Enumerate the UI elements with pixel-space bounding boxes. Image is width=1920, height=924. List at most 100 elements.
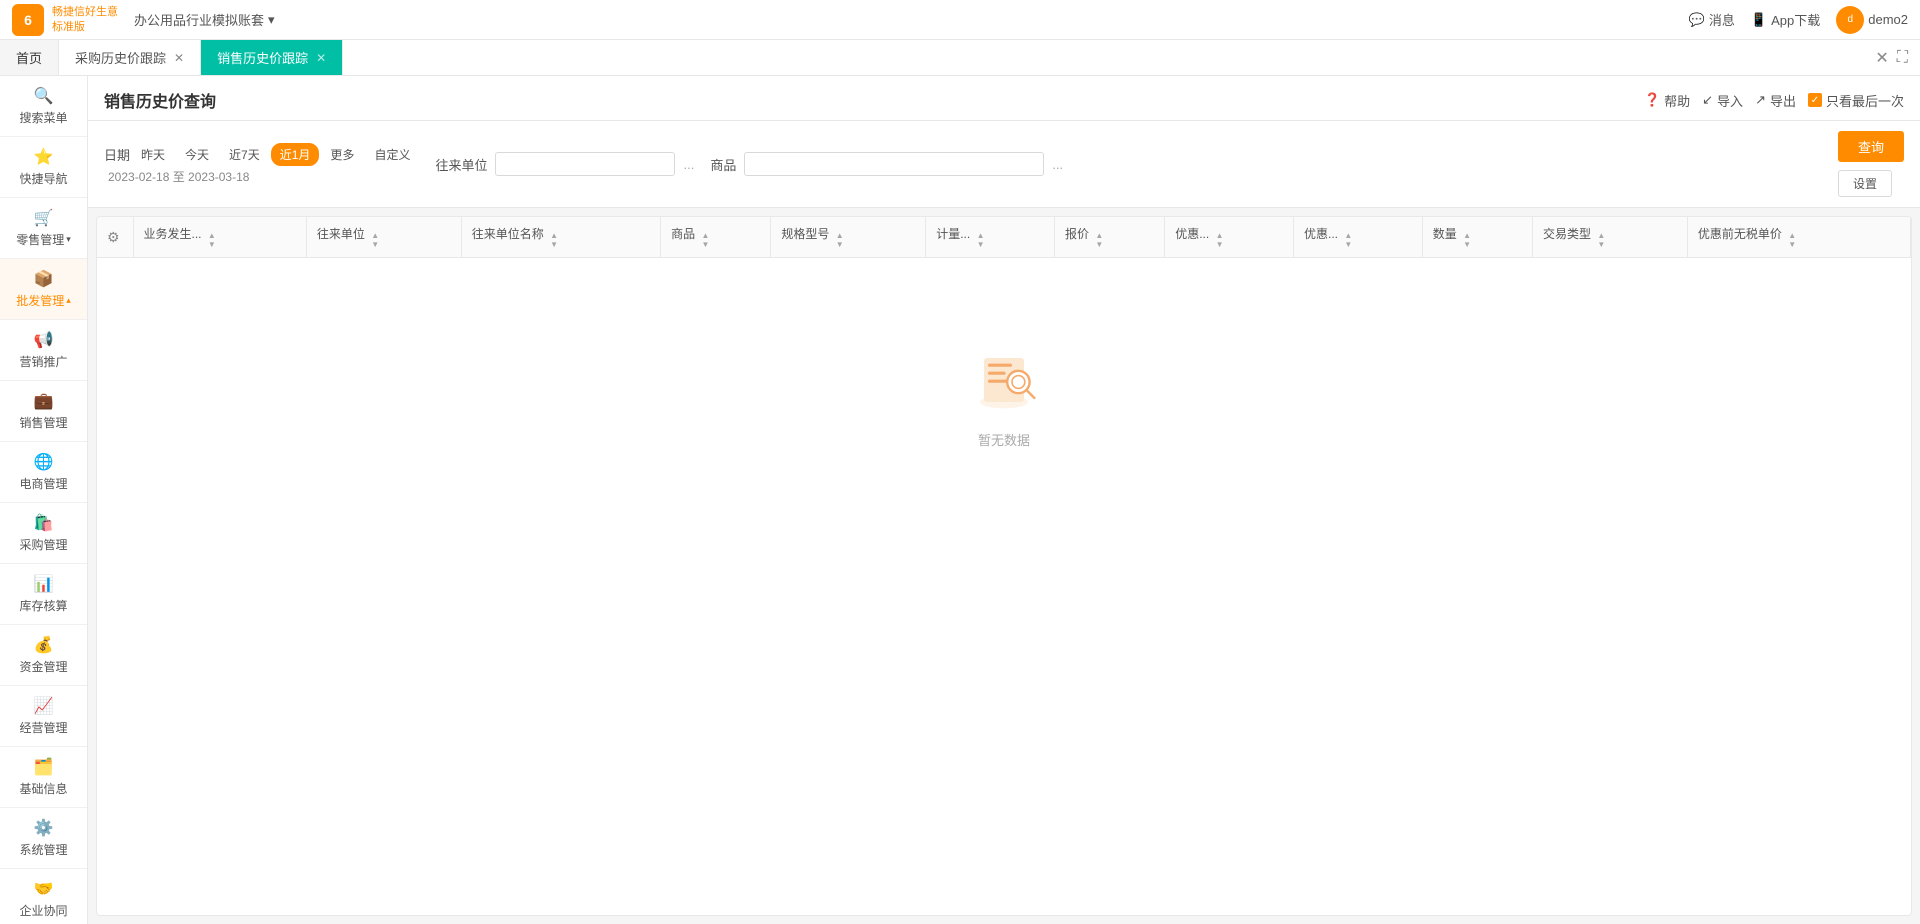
sort-down-icon: ▼ xyxy=(1463,241,1471,249)
operations-icon: 📈 xyxy=(34,696,54,716)
goods-filter-group: 商品 ... xyxy=(710,152,1063,176)
filter-bar: 日期 昨天 今天 近7天 近1月 更多 自定义 2023-02-18 至 202… xyxy=(88,121,1920,208)
sort-up-icon: ▲ xyxy=(1788,232,1796,240)
sidebar-item-label: 基础信息 xyxy=(19,780,67,797)
empty-icon xyxy=(964,338,1044,418)
sort-icons: ▲ ▼ xyxy=(1788,232,1796,249)
sort-down-icon: ▼ xyxy=(836,241,844,249)
date-section: 日期 昨天 今天 近7天 近1月 更多 自定义 2023-02-18 至 202… xyxy=(104,143,419,185)
settings-button[interactable]: 设置 xyxy=(1838,170,1892,197)
table-header: ⚙ 业务发生... ▲ ▼ 往来单位 ▲ xyxy=(97,217,1911,258)
table-col-partner-code[interactable]: 往来单位 ▲ ▼ xyxy=(306,217,461,258)
date-btn-more[interactable]: 更多 xyxy=(321,143,363,166)
partner-ellipsis[interactable]: ... xyxy=(683,157,694,172)
sort-down-icon: ▼ xyxy=(1095,241,1103,249)
sales-icon: 💼 xyxy=(34,391,54,411)
sidebar-item-operations[interactable]: 📈 经营管理 xyxy=(0,686,87,747)
sort-down-icon: ▼ xyxy=(371,241,379,249)
table-col-trade-type[interactable]: 交易类型 ▲ ▼ xyxy=(1533,217,1688,258)
cart-icon: 🛒 xyxy=(34,208,54,228)
export-button[interactable]: ↗ 导出 xyxy=(1755,91,1796,110)
sidebar-item-label: 系统管理 xyxy=(19,841,67,858)
sidebar-item-label: 经营管理 xyxy=(19,719,67,736)
sort-up-icon: ▲ xyxy=(1216,232,1224,240)
table-col-spec[interactable]: 规格型号 ▲ ▼ xyxy=(771,217,926,258)
table-col-partner-name[interactable]: 往来单位名称 ▲ ▼ xyxy=(461,217,660,258)
sidebar-item-wholesale[interactable]: 📦 批发管理 ▴ xyxy=(0,259,87,320)
app-download-button[interactable]: 📱 App下载 xyxy=(1751,10,1820,29)
sidebar-item-label: 电商管理 xyxy=(19,475,67,492)
table-col-discount2[interactable]: 优惠... ▲ ▼ xyxy=(1294,217,1423,258)
sort-icons: ▲ ▼ xyxy=(208,232,216,249)
tab-sales-close[interactable]: ✕ xyxy=(316,51,326,65)
box-icon: 📦 xyxy=(34,269,54,289)
sort-icons: ▲ ▼ xyxy=(836,232,844,249)
company-selector[interactable]: 办公用品行业模拟账套 ▾ xyxy=(126,6,283,33)
message-button[interactable]: 💬 消息 xyxy=(1689,10,1735,29)
user-menu[interactable]: d demo2 xyxy=(1836,6,1908,34)
table-col-pre-tax-price[interactable]: 优惠前无税单价 ▲ ▼ xyxy=(1687,217,1910,258)
sidebar-item-retail[interactable]: 🛒 零售管理 ▾ xyxy=(0,198,87,259)
import-button[interactable]: ↙ 导入 xyxy=(1702,91,1743,110)
date-btn-yesterday[interactable]: 昨天 xyxy=(132,143,174,166)
table-col-goods[interactable]: 商品 ▲ ▼ xyxy=(661,217,771,258)
table-col-discount1[interactable]: 优惠... ▲ ▼ xyxy=(1165,217,1294,258)
sidebar-item-shortcut[interactable]: ⭐ 快捷导航 xyxy=(0,137,87,198)
sort-down-icon: ▼ xyxy=(208,241,216,249)
sort-icons: ▲ ▼ xyxy=(1344,232,1352,249)
sort-down-icon: ▼ xyxy=(550,241,558,249)
table-col-biz-date[interactable]: 业务发生... ▲ ▼ xyxy=(133,217,306,258)
table-col-qty[interactable]: 数量 ▲ ▼ xyxy=(1422,217,1532,258)
sidebar-item-marketing[interactable]: 📢 营销推广 xyxy=(0,320,87,381)
partner-filter-group: 往来单位 ... xyxy=(435,152,694,176)
data-table: ⚙ 业务发生... ▲ ▼ 往来单位 ▲ xyxy=(97,217,1911,258)
date-btn-custom[interactable]: 自定义 xyxy=(365,143,419,166)
sidebar-item-enterprise[interactable]: 🤝 企业协同 xyxy=(0,869,87,924)
date-btn-1month[interactable]: 近1月 xyxy=(271,143,320,166)
sidebar-item-inventory[interactable]: 📊 库存核算 xyxy=(0,564,87,625)
sidebar-item-purchase[interactable]: 🛍️ 采购管理 xyxy=(0,503,87,564)
date-btn-today[interactable]: 今天 xyxy=(176,143,218,166)
sort-up-icon: ▲ xyxy=(1597,232,1605,240)
sidebar-item-finance[interactable]: 💰 资金管理 xyxy=(0,625,87,686)
sidebar-item-basic[interactable]: 🗂️ 基础信息 xyxy=(0,747,87,808)
tab-sales-label: 销售历史价跟踪 xyxy=(217,48,308,67)
gear-icon[interactable]: ⚙ xyxy=(107,229,120,245)
sidebar-item-label: 企业协同 xyxy=(19,902,67,919)
date-btn-row: 日期 昨天 今天 近7天 近1月 更多 自定义 xyxy=(104,143,419,166)
topbar-right: 💬 消息 📱 App下载 d demo2 xyxy=(1689,6,1908,34)
sort-icons: ▲ ▼ xyxy=(1095,232,1103,249)
sidebar-item-sales[interactable]: 💼 销售管理 xyxy=(0,381,87,442)
tab-purchase-close[interactable]: ✕ xyxy=(174,51,184,65)
only-latest-checkbox[interactable]: ✓ 只看最后一次 xyxy=(1808,91,1904,110)
close-all-tabs-button[interactable]: ✕ xyxy=(1875,48,1888,68)
sort-up-icon: ▲ xyxy=(1463,232,1471,240)
sort-icons: ▲ ▼ xyxy=(977,232,985,249)
tab-sales[interactable]: 销售历史价跟踪 ✕ xyxy=(201,40,343,75)
avatar: d xyxy=(1836,6,1864,34)
sidebar-item-system[interactable]: ⚙️ 系统管理 xyxy=(0,808,87,869)
partner-input[interactable] xyxy=(495,152,675,176)
content-area: 销售历史价查询 ❓ 帮助 ↙ 导入 ↗ 导出 ✓ 只看最后一次 xyxy=(88,76,1920,924)
sort-icons: ▲ ▼ xyxy=(371,232,379,249)
goods-input[interactable] xyxy=(744,152,1044,176)
date-btn-7days[interactable]: 近7天 xyxy=(220,143,269,166)
help-button[interactable]: ❓ 帮助 xyxy=(1644,91,1690,110)
sidebar-item-label: 营销推广 xyxy=(19,353,67,370)
tab-home[interactable]: 首页 xyxy=(0,40,59,75)
table-col-quote[interactable]: 报价 ▲ ▼ xyxy=(1055,217,1165,258)
tab-purchase[interactable]: 采购历史价跟踪 ✕ xyxy=(59,40,201,75)
app-icon: 📱 xyxy=(1751,12,1767,28)
table-col-unit[interactable]: 计量... ▲ ▼ xyxy=(926,217,1055,258)
star-icon: ⭐ xyxy=(34,147,54,167)
tab-home-label: 首页 xyxy=(16,48,42,67)
date-label: 日期 xyxy=(104,145,130,164)
sidebar-item-label: 搜索菜单 xyxy=(19,109,67,126)
sidebar-item-search[interactable]: 🔍 搜索菜单 xyxy=(0,76,87,137)
sort-up-icon: ▲ xyxy=(836,232,844,240)
query-button[interactable]: 查询 xyxy=(1838,131,1904,162)
goods-ellipsis[interactable]: ... xyxy=(1052,157,1063,172)
sort-icons: ▲ ▼ xyxy=(1216,232,1224,249)
maximize-button[interactable]: ⛶ xyxy=(1897,49,1908,67)
sidebar-item-ecommerce[interactable]: 🌐 电商管理 xyxy=(0,442,87,503)
